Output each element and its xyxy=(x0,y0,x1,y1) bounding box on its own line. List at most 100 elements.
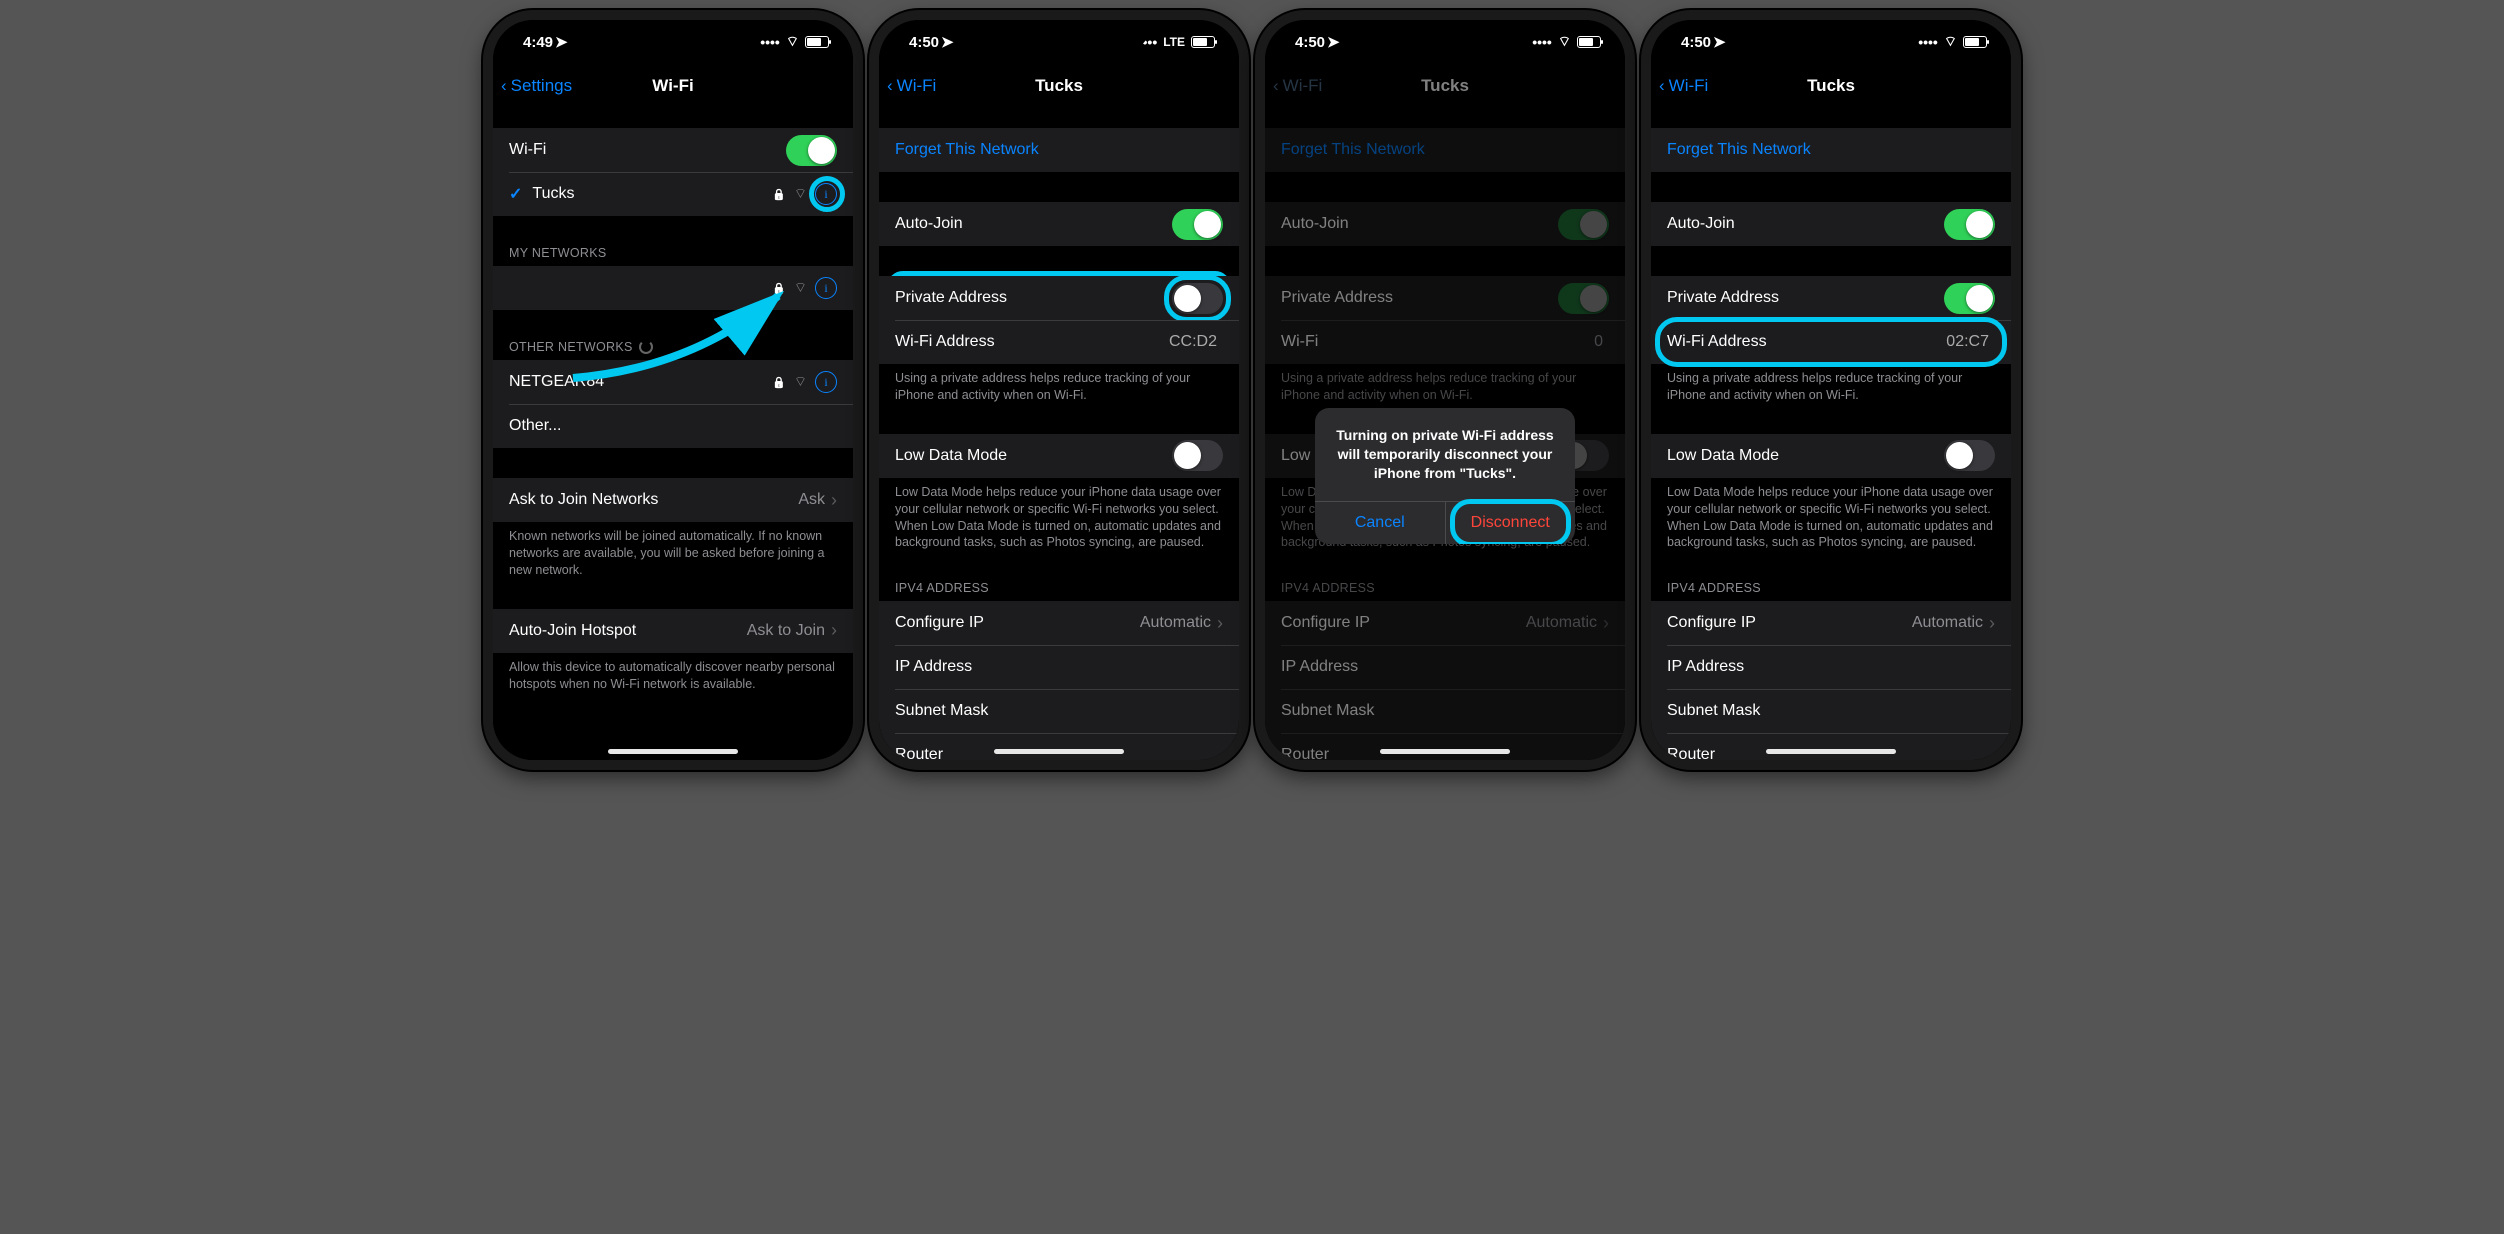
chevron-left-icon: ‹ xyxy=(1659,76,1665,96)
wifi-address-row: Wi-Fi 0 xyxy=(1265,320,1625,364)
lock-icon xyxy=(772,373,786,391)
cellular-icon: •••• xyxy=(1918,34,1938,50)
notch xyxy=(583,20,763,48)
auto-hotspot-footer: Allow this device to automatically disco… xyxy=(493,653,853,693)
clock: 4:49 xyxy=(523,34,553,51)
chevron-right-icon: › xyxy=(1217,613,1223,634)
auto-join-row: Auto-Join xyxy=(1265,202,1625,246)
alert-disconnect-button[interactable]: Disconnect xyxy=(1445,502,1576,544)
notch xyxy=(1741,20,1921,48)
private-address-toggle[interactable] xyxy=(1944,283,1995,314)
back-button[interactable]: ‹ Wi-Fi xyxy=(1659,76,1708,96)
phone-1: 4:49 ➤ •••• ⌔ ‹ Settings Wi-Fi Wi-Fi xyxy=(483,10,863,770)
low-data-row: Low Data Mode xyxy=(1651,434,2011,478)
home-indicator[interactable] xyxy=(608,749,738,754)
lock-icon xyxy=(772,279,786,297)
alert-dialog: Turning on private Wi-Fi address will te… xyxy=(1315,408,1575,544)
checkmark-icon: ✓ xyxy=(509,184,522,204)
private-address-toggle xyxy=(1558,283,1609,314)
low-data-row: Low Data Mode xyxy=(879,434,1239,478)
auto-join-toggle xyxy=(1558,209,1609,240)
my-network-placeholder[interactable]: i xyxy=(493,266,853,310)
location-icon: ➤ xyxy=(1713,33,1726,51)
forget-network-button: Forget This Network xyxy=(1265,128,1625,172)
auto-hotspot-row[interactable]: Auto-Join Hotspot Ask to Join › xyxy=(493,609,853,653)
chevron-right-icon: › xyxy=(831,490,837,511)
auto-join-row: Auto-Join xyxy=(1651,202,2011,246)
phone-3: 4:50 ➤ •••• ⌔ ‹ Wi-Fi Tucks Forget This … xyxy=(1255,10,1635,770)
nav-bar: ‹ Settings Wi-Fi xyxy=(493,64,853,108)
private-address-footer: Using a private address helps reduce tra… xyxy=(879,364,1239,404)
ipv4-header: IPV4 ADDRESS xyxy=(1265,581,1625,601)
chevron-right-icon: › xyxy=(1603,613,1609,634)
home-indicator[interactable] xyxy=(1380,749,1510,754)
wifi-toggle[interactable] xyxy=(786,135,837,166)
network-type: LTE xyxy=(1163,35,1185,49)
clock: 4:50 xyxy=(1295,34,1325,51)
other-network-other[interactable]: Other... xyxy=(493,404,853,448)
alert-cancel-button[interactable]: Cancel xyxy=(1315,502,1445,544)
page-title: Tucks xyxy=(1421,76,1469,96)
info-icon[interactable]: i xyxy=(815,277,837,299)
ip-address-row: IP Address xyxy=(879,645,1239,689)
chevron-right-icon: › xyxy=(1989,613,1995,634)
forget-network-button[interactable]: Forget This Network xyxy=(879,128,1239,172)
low-data-toggle[interactable] xyxy=(1172,440,1223,471)
my-networks-header: MY NETWORKS xyxy=(493,246,853,266)
battery-icon xyxy=(805,36,829,48)
low-data-toggle[interactable] xyxy=(1944,440,1995,471)
private-address-footer: Using a private address helps reduce tra… xyxy=(1651,364,2011,404)
back-button[interactable]: ‹ Settings xyxy=(501,76,572,96)
home-indicator[interactable] xyxy=(1766,749,1896,754)
chevron-left-icon: ‹ xyxy=(887,76,893,96)
configure-ip-row[interactable]: Configure IP Automatic › xyxy=(879,601,1239,645)
location-icon: ➤ xyxy=(555,33,568,51)
home-indicator[interactable] xyxy=(994,749,1124,754)
spinner-icon xyxy=(639,340,653,354)
connected-network-row[interactable]: ✓ Tucks i xyxy=(493,172,853,216)
info-icon[interactable]: i xyxy=(815,371,837,393)
back-button: ‹ Wi-Fi xyxy=(1273,76,1322,96)
wifi-icon: ⌔ xyxy=(786,33,799,51)
battery-icon xyxy=(1577,36,1601,48)
private-address-row: Private Address xyxy=(879,276,1239,320)
notch xyxy=(969,20,1149,48)
wifi-signal-icon xyxy=(794,185,807,203)
chevron-left-icon: ‹ xyxy=(1273,76,1279,96)
private-address-row: Private Address xyxy=(1265,276,1625,320)
configure-ip-row[interactable]: Configure IP Automatic › xyxy=(1651,601,2011,645)
private-address-footer: Using a private address helps reduce tra… xyxy=(1265,364,1625,404)
info-icon[interactable]: i xyxy=(815,183,837,205)
subnet-row: Subnet Mask xyxy=(1651,689,2011,733)
private-address-toggle[interactable] xyxy=(1172,283,1223,314)
auto-join-toggle[interactable] xyxy=(1944,209,1995,240)
auto-join-toggle[interactable] xyxy=(1172,209,1223,240)
location-icon: ➤ xyxy=(941,33,954,51)
wifi-signal-icon xyxy=(794,279,807,297)
back-button[interactable]: ‹ Wi-Fi xyxy=(887,76,936,96)
other-network-row[interactable]: NETGEAR84 i xyxy=(493,360,853,404)
router-row: Router xyxy=(1651,733,2011,760)
forget-network-button[interactable]: Forget This Network xyxy=(1651,128,2011,172)
battery-icon xyxy=(1963,36,1987,48)
ask-join-footer: Known networks will be joined automatica… xyxy=(493,522,853,579)
router-row: Router xyxy=(879,733,1239,760)
nav-bar: ‹ Wi-Fi Tucks xyxy=(1265,64,1625,108)
configure-ip-row: Configure IP Automatic › xyxy=(1265,601,1625,645)
ask-to-join-row[interactable]: Ask to Join Networks Ask › xyxy=(493,478,853,522)
ip-address-row: IP Address xyxy=(1265,645,1625,689)
page-title: Tucks xyxy=(1035,76,1083,96)
wifi-icon: ⌔ xyxy=(1558,33,1571,51)
wifi-signal-icon xyxy=(794,373,807,391)
clock: 4:50 xyxy=(909,34,939,51)
phone-2: 4:50 ➤ •••• LTE ‹ Wi-Fi Tucks Forget Thi… xyxy=(869,10,1249,770)
cellular-icon: •••• xyxy=(760,34,780,50)
chevron-right-icon: › xyxy=(831,620,837,641)
wifi-address-row: Wi-Fi Address CC:D2 xyxy=(879,320,1239,364)
wifi-toggle-row: Wi-Fi xyxy=(493,128,853,172)
other-networks-header: OTHER NETWORKS xyxy=(493,340,853,360)
chevron-left-icon: ‹ xyxy=(501,76,507,96)
alert-message: Turning on private Wi-Fi address will te… xyxy=(1315,408,1575,501)
cellular-icon: •••• xyxy=(1532,34,1552,50)
page-title: Tucks xyxy=(1807,76,1855,96)
